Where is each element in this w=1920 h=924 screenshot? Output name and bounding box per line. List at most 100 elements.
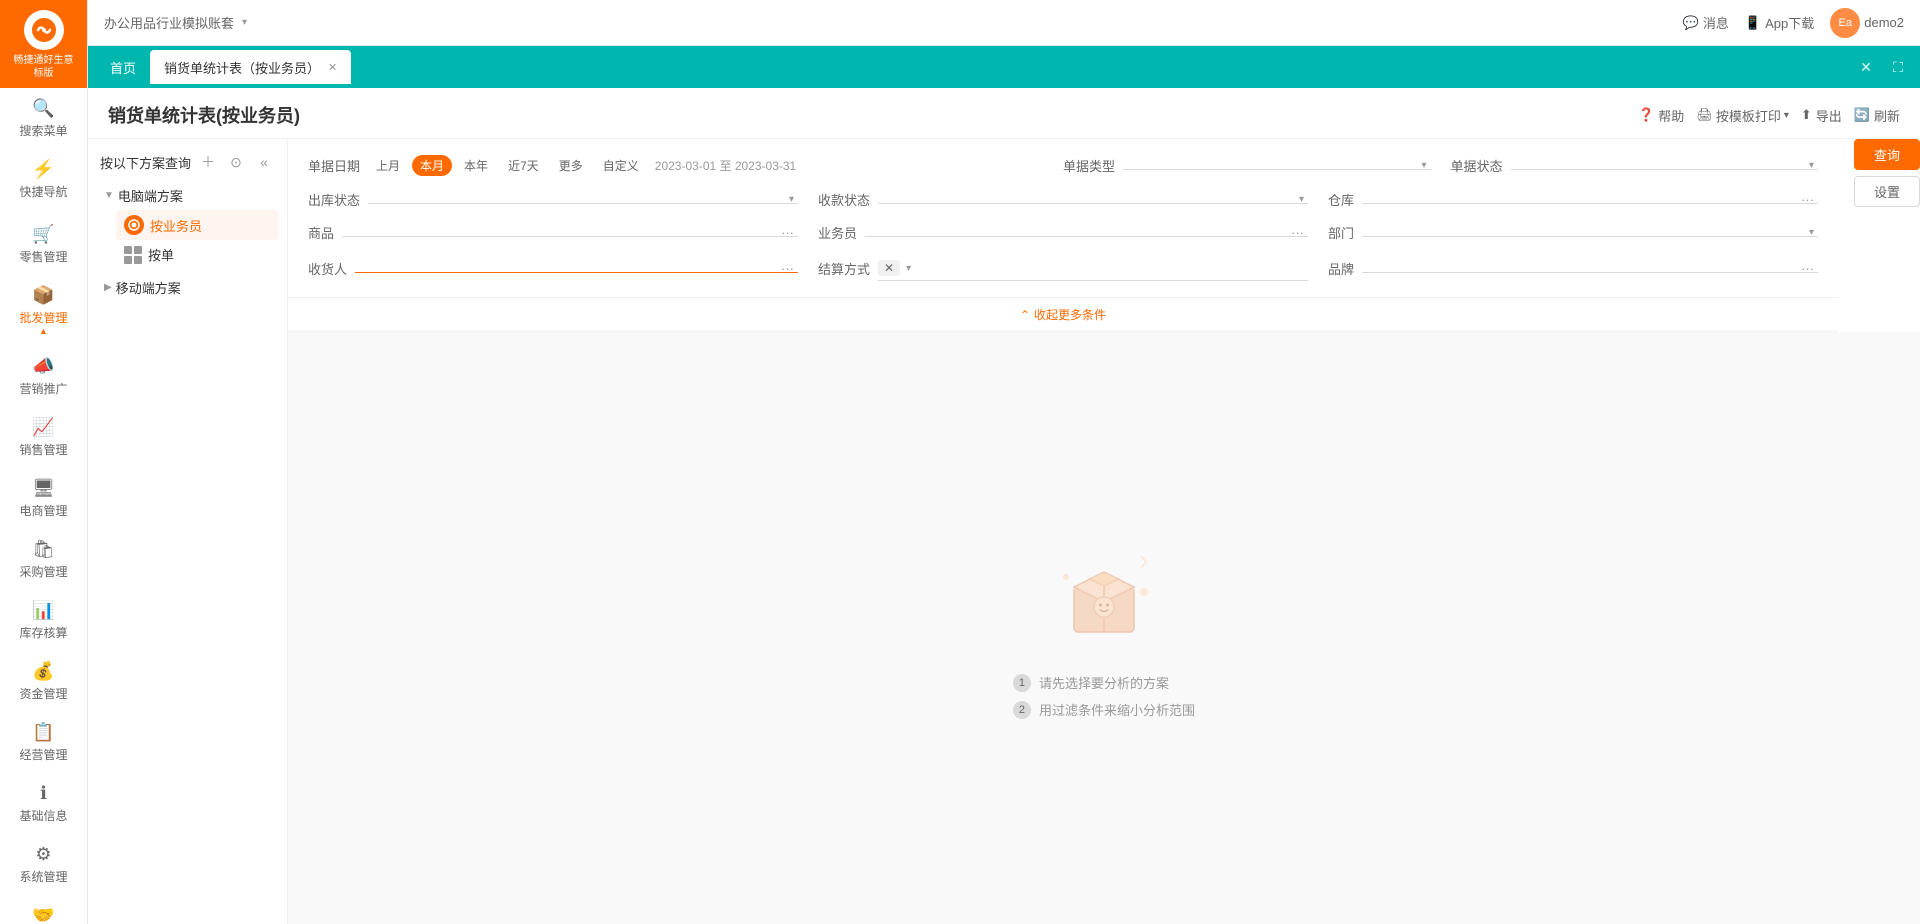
salesman-control[interactable]: ··· [865, 228, 1308, 237]
date-tab-this-year[interactable]: 本年 [456, 155, 496, 176]
dots-icon[interactable]: ··· [1801, 261, 1814, 276]
settlement-control[interactable]: ✕ ▾ [878, 256, 1308, 281]
payment-status-label: 收款状态 [818, 190, 870, 209]
query-button[interactable]: 查询 [1854, 139, 1920, 170]
sidebar-item-sales[interactable]: 📈 销售管理 [0, 407, 87, 468]
add-scheme-button[interactable]: ＋ [197, 151, 219, 173]
department-control[interactable]: ▾ [1362, 228, 1818, 237]
sidebar-item-label: 电商管理 [19, 502, 67, 519]
doc-type-control[interactable]: ▾ [1123, 161, 1430, 170]
date-tab-this-month[interactable]: 本月 [412, 155, 452, 176]
sidebar-item-label: 经营管理 [19, 746, 67, 763]
sidebar-item-system[interactable]: ⚙ 系统管理 [0, 834, 87, 895]
tab-close-icon[interactable]: ✕ [328, 61, 337, 74]
tab-report[interactable]: 销货单统计表（按业务员） ✕ [150, 50, 351, 84]
doc-type-label: 单据类型 [1063, 156, 1115, 175]
sidebar-item-marketing[interactable]: 📣 营销推广 [0, 346, 87, 407]
app-download-button[interactable]: 📱 App下载 [1745, 13, 1814, 32]
message-button[interactable]: 💬 消息 [1683, 13, 1729, 32]
collapse-panel-button[interactable]: « [253, 151, 275, 173]
edit-scheme-button[interactable]: ⊙ [225, 151, 247, 173]
export-button[interactable]: ⬆ 导出 [1801, 106, 1842, 125]
help-button[interactable]: ❓ 帮助 [1638, 106, 1684, 125]
tip-text-2: 用过滤条件来缩小分析范围 [1039, 700, 1195, 719]
collapse-up-icon: ⌃ [1020, 308, 1030, 322]
logo-text: 畅捷通好生意 标版 [14, 54, 74, 80]
sidebar-item-search[interactable]: 🔍 搜索菜单 [0, 88, 87, 149]
date-tab-last-month[interactable]: 上月 [368, 155, 408, 176]
filter-row-2: 出库状态 ▾ 收款状态 ▾ [308, 190, 1818, 209]
goods-control[interactable]: ··· [342, 228, 798, 237]
filter-rows-area: 单据日期 上月 本月 本年 近7天 更多 自定义 2023-03-01 至 20… [288, 139, 1838, 332]
brand-control[interactable]: ··· [1362, 264, 1818, 273]
tab-close-all-button[interactable]: ✕ [1852, 53, 1880, 81]
grid-icon [124, 246, 142, 264]
panel-header: 按以下方案查询 ＋ ⊙ « [88, 151, 287, 181]
print-label: 按模板打印 [1716, 106, 1781, 125]
sidebar-item-label: 库存核算 [19, 624, 67, 641]
home-tab-label: 首页 [110, 58, 136, 77]
dots-icon[interactable]: ··· [781, 225, 794, 240]
doc-status-control[interactable]: ▾ [1511, 161, 1818, 170]
payment-status-control[interactable]: ▾ [878, 195, 1308, 204]
inventory-icon: 📊 [32, 600, 54, 621]
dropdown-arrow-icon: ▾ [1299, 194, 1304, 205]
user-profile[interactable]: Ea demo2 [1830, 8, 1904, 38]
warehouse-control[interactable]: ··· [1362, 195, 1818, 204]
sidebar-item-wholesale[interactable]: 📦 批发管理 ▲ [0, 275, 87, 346]
sidebar-item-finance[interactable]: 💰 资金管理 [0, 651, 87, 712]
marketing-icon: 📣 [32, 356, 54, 377]
receiver-label: 收货人 [308, 259, 347, 278]
stock-status-control[interactable]: ▾ [368, 195, 798, 204]
dots-icon[interactable]: ··· [1801, 192, 1814, 207]
download-icon: 📱 [1745, 15, 1761, 31]
tab-home[interactable]: 首页 [96, 50, 150, 84]
quick-nav-icon: ⚡ [32, 159, 54, 180]
tree-mobile-section[interactable]: ▶ 移动端方案 [96, 273, 279, 302]
sidebar-item-inventory[interactable]: 📊 库存核算 [0, 590, 87, 651]
refresh-button[interactable]: 🔄 刷新 [1854, 106, 1900, 125]
sidebar-item-label: 快捷导航 [19, 183, 67, 200]
date-tab-custom[interactable]: 自定义 [595, 155, 647, 176]
avatar: Ea [1830, 8, 1860, 38]
page-title: 销货单统计表(按业务员) [108, 102, 300, 128]
settings-button[interactable]: 设置 [1854, 176, 1920, 207]
sidebar-item-retail[interactable]: 🛒 零售管理 [0, 214, 87, 275]
basic-icon: ℹ [40, 783, 47, 804]
warehouse-label: 仓库 [1328, 190, 1354, 209]
filter-receiver: 收货人 ··· [308, 259, 798, 278]
sidebar-item-label: 资金管理 [19, 685, 67, 702]
filter-row-3: 商品 ··· 业务员 ··· [308, 223, 1818, 242]
date-tab-7days[interactable]: 近7天 [500, 155, 547, 176]
dots-icon[interactable]: ··· [781, 261, 794, 276]
tabbar: 首页 销货单统计表（按业务员） ✕ ✕ ⛶ [88, 46, 1920, 88]
sidebar-item-label: 营销推广 [19, 380, 67, 397]
dots-icon[interactable]: ··· [1291, 225, 1304, 240]
tab-expand-button[interactable]: ⛶ [1884, 53, 1912, 81]
goods-label: 商品 [308, 223, 334, 242]
sidebar-item-purchase[interactable]: 🛍 采购管理 [0, 529, 87, 590]
receiver-control[interactable]: ··· [355, 264, 798, 273]
dropdown-arrow-icon: ▾ [906, 263, 911, 274]
sidebar-item-quick-nav[interactable]: ⚡ 快捷导航 [0, 149, 87, 210]
sidebar-item-operations[interactable]: 📋 经营管理 [0, 712, 87, 773]
date-tab-more[interactable]: 更多 [551, 155, 591, 176]
breadcrumb-dropdown-icon[interactable]: ▾ [242, 17, 247, 28]
sidebar-item-label: 基础信息 [19, 807, 67, 824]
tree-item-doc[interactable]: 按单 [116, 240, 279, 269]
tree-desktop-section[interactable]: ▼ 电脑端方案 [96, 181, 279, 210]
empty-tip-1: 1 请先选择要分析的方案 [1013, 673, 1195, 692]
tree-desktop-children: 按业务员 按单 [96, 210, 279, 269]
tip-number-2: 2 [1013, 701, 1031, 719]
empty-tip-2: 2 用过滤条件来缩小分析范围 [1013, 700, 1195, 719]
print-button[interactable]: 🖨 按模板打印 ▾ [1696, 106, 1789, 125]
collapse-bar[interactable]: ⌃ 收起更多条件 [288, 298, 1838, 332]
header-actions: ❓ 帮助 🖨 按模板打印 ▾ ⬆ 导出 🔄 刷新 [1638, 106, 1900, 125]
tree-item-salesman[interactable]: 按业务员 [116, 210, 279, 240]
filter-warehouse: 仓库 ··· [1328, 190, 1818, 209]
sidebar-item-basic[interactable]: ℹ 基础信息 [0, 773, 87, 834]
tag-x-close[interactable]: ✕ [884, 261, 894, 275]
sidebar-item-ecommerce[interactable]: 🖥 电商管理 [0, 468, 87, 529]
sidebar-item-enterprise[interactable]: 🤝 企业协同 [0, 895, 87, 924]
salesman-scheme-label: 按业务员 [150, 216, 202, 235]
